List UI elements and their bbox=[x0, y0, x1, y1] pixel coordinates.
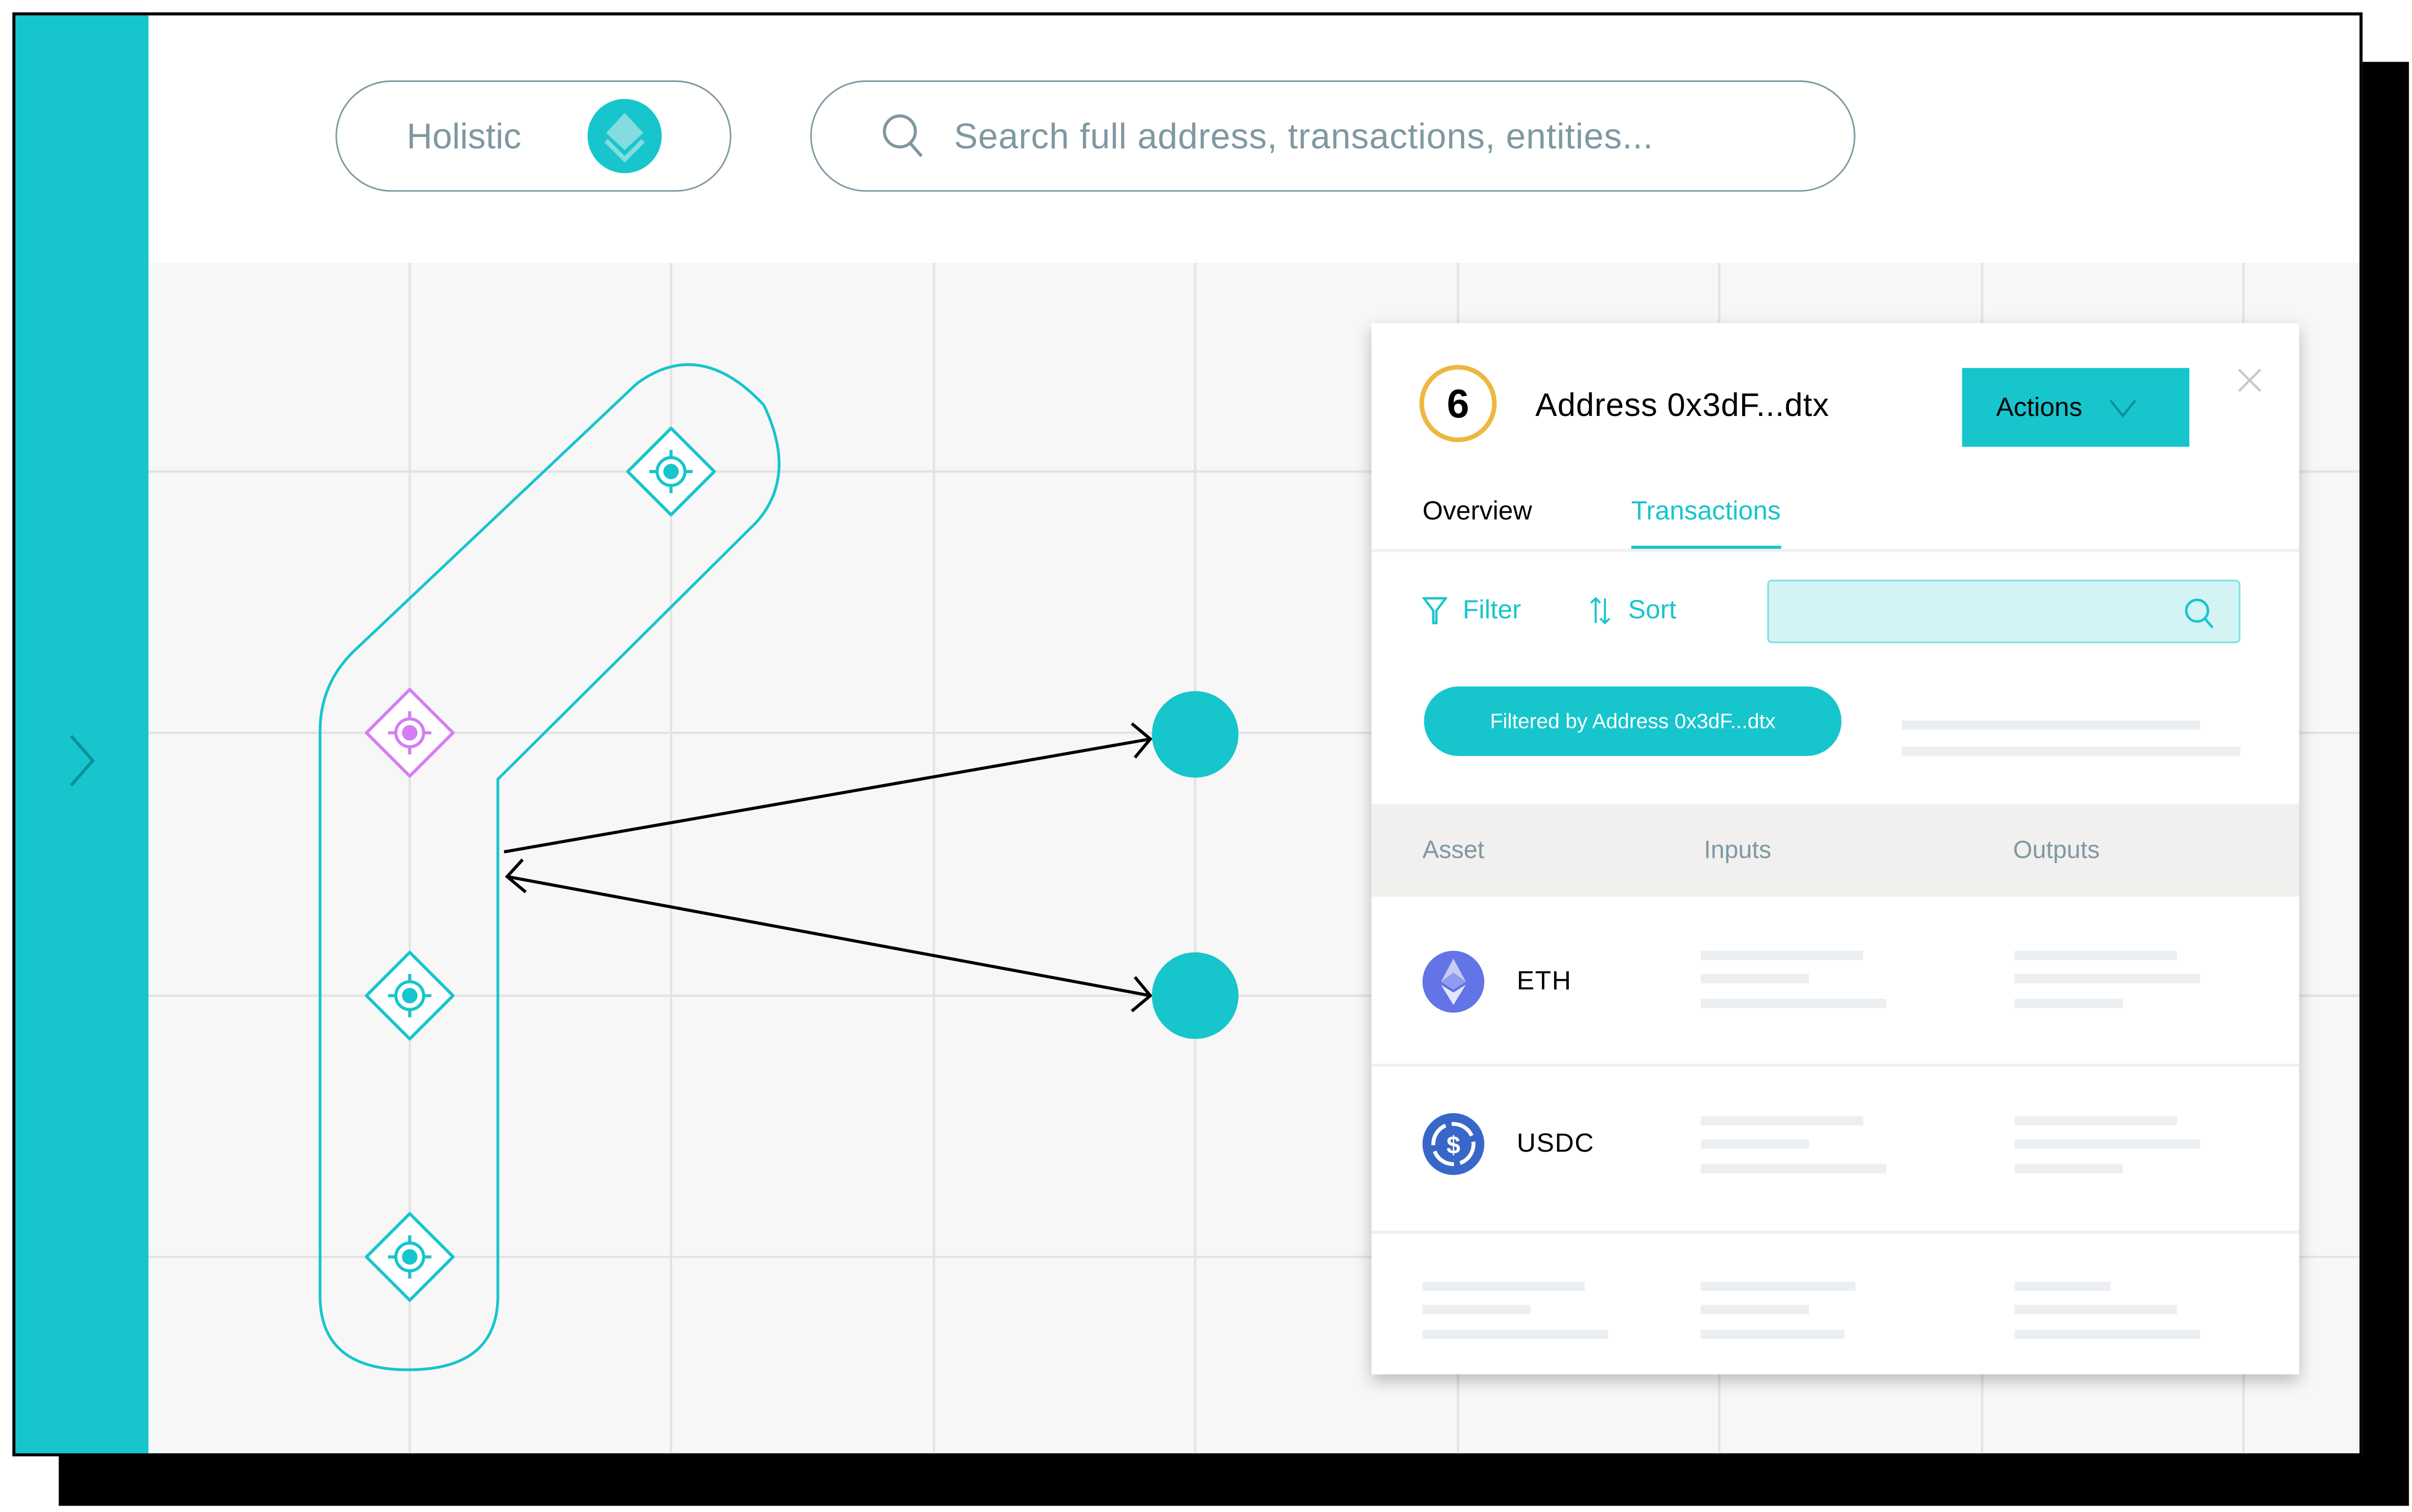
skeleton-line bbox=[1701, 951, 1863, 960]
ethereum-icon bbox=[1422, 951, 1485, 1013]
app-window: Holistic Search full address, transactio… bbox=[12, 12, 2363, 1457]
actions-dropdown-button[interactable]: Actions bbox=[1962, 368, 2190, 447]
table-row-placeholder bbox=[1372, 1234, 2299, 1373]
layers-icon bbox=[587, 99, 662, 173]
asset-cell: $ USDC bbox=[1422, 1113, 1594, 1175]
skeleton-line bbox=[1422, 1282, 1585, 1291]
edge-incoming[interactable] bbox=[505, 858, 1153, 1013]
skeleton-line bbox=[1701, 1164, 1887, 1174]
tab-transactions[interactable]: Transactions bbox=[1631, 497, 1781, 549]
risk-score-badge: 6 bbox=[1419, 365, 1497, 442]
skeleton-line bbox=[1422, 1305, 1531, 1314]
asset-cell: ETH bbox=[1422, 951, 1572, 1013]
skeleton-line bbox=[2015, 951, 2177, 960]
skeleton-line bbox=[1701, 974, 1809, 984]
skeleton-line bbox=[2015, 1116, 2177, 1126]
asset-name: USDC bbox=[1517, 1128, 1595, 1158]
filter-icon bbox=[1422, 597, 1448, 624]
edge-outgoing[interactable] bbox=[503, 722, 1153, 853]
cluster-node[interactable] bbox=[365, 951, 455, 1041]
cluster-node-highlighted[interactable] bbox=[365, 688, 455, 778]
svg-text:$: $ bbox=[1447, 1131, 1460, 1159]
transaction-search-input[interactable] bbox=[1767, 580, 2241, 643]
panel-title: Address 0x3dF...dtx bbox=[1535, 388, 1830, 424]
search-icon bbox=[2185, 599, 2214, 629]
table-row[interactable]: ETH bbox=[1371, 897, 2299, 1067]
skeleton-line bbox=[1701, 1305, 1809, 1314]
skeleton-line bbox=[2015, 1139, 2201, 1149]
cluster-node[interactable] bbox=[365, 1212, 455, 1302]
skeleton-line bbox=[1701, 1329, 1845, 1339]
sidebar bbox=[15, 15, 149, 1453]
active-filter-chip[interactable]: Filtered by Address 0x3dF...dtx bbox=[1424, 686, 1842, 756]
skeleton-line bbox=[1902, 746, 2241, 756]
filter-button[interactable]: Filter bbox=[1422, 595, 1521, 626]
address-detail-panel: 6 Address 0x3dF...dtx Actions Overview T… bbox=[1371, 323, 2299, 1375]
cluster-outline[interactable] bbox=[318, 363, 781, 1371]
asset-name: ETH bbox=[1517, 966, 1572, 996]
global-search-input[interactable]: Search full address, transactions, entit… bbox=[810, 80, 1856, 192]
skeleton-line bbox=[1701, 1116, 1863, 1126]
table-header: Asset Inputs Outputs bbox=[1371, 804, 2299, 897]
chevron-down-icon bbox=[2109, 399, 2136, 417]
usdc-icon: $ bbox=[1422, 1113, 1485, 1175]
skeleton-line bbox=[1701, 1282, 1856, 1291]
sort-label: Sort bbox=[1628, 595, 1677, 625]
skeleton-line bbox=[1902, 720, 2201, 730]
external-node[interactable] bbox=[1152, 691, 1239, 778]
search-icon bbox=[883, 114, 923, 157]
table-row[interactable]: $ USDC bbox=[1371, 1067, 2299, 1234]
skeleton-line bbox=[2015, 974, 2201, 984]
close-icon[interactable] bbox=[2234, 365, 2265, 395]
skeleton-line bbox=[1701, 1139, 1809, 1149]
actions-label: Actions bbox=[1996, 392, 2082, 421]
sort-icon bbox=[1590, 597, 1610, 625]
skeleton-line bbox=[2015, 1282, 2111, 1291]
column-header-asset[interactable]: Asset bbox=[1422, 838, 1484, 866]
cluster-node[interactable] bbox=[626, 427, 716, 517]
sort-button[interactable]: Sort bbox=[1588, 595, 1676, 626]
column-header-inputs[interactable]: Inputs bbox=[1704, 838, 1771, 866]
chevron-right-icon[interactable] bbox=[59, 730, 105, 792]
column-header-outputs[interactable]: Outputs bbox=[2013, 838, 2100, 866]
external-node[interactable] bbox=[1152, 952, 1239, 1039]
skeleton-line bbox=[2015, 1164, 2123, 1174]
skeleton-line bbox=[2015, 998, 2123, 1008]
mode-selector-label: Holistic bbox=[406, 115, 521, 156]
search-placeholder: Search full address, transactions, entit… bbox=[954, 115, 1654, 156]
skeleton-line bbox=[1701, 998, 1887, 1008]
skeleton-line bbox=[2015, 1329, 2201, 1339]
top-bar: Holistic Search full address, transactio… bbox=[148, 15, 2360, 263]
tab-overview[interactable]: Overview bbox=[1422, 497, 1532, 549]
skeleton-line bbox=[1422, 1329, 1608, 1339]
mode-selector[interactable]: Holistic bbox=[335, 80, 731, 192]
skeleton-line bbox=[2015, 1305, 2177, 1314]
filter-label: Filter bbox=[1462, 595, 1521, 625]
panel-tabs: Overview Transactions bbox=[1371, 490, 2299, 552]
